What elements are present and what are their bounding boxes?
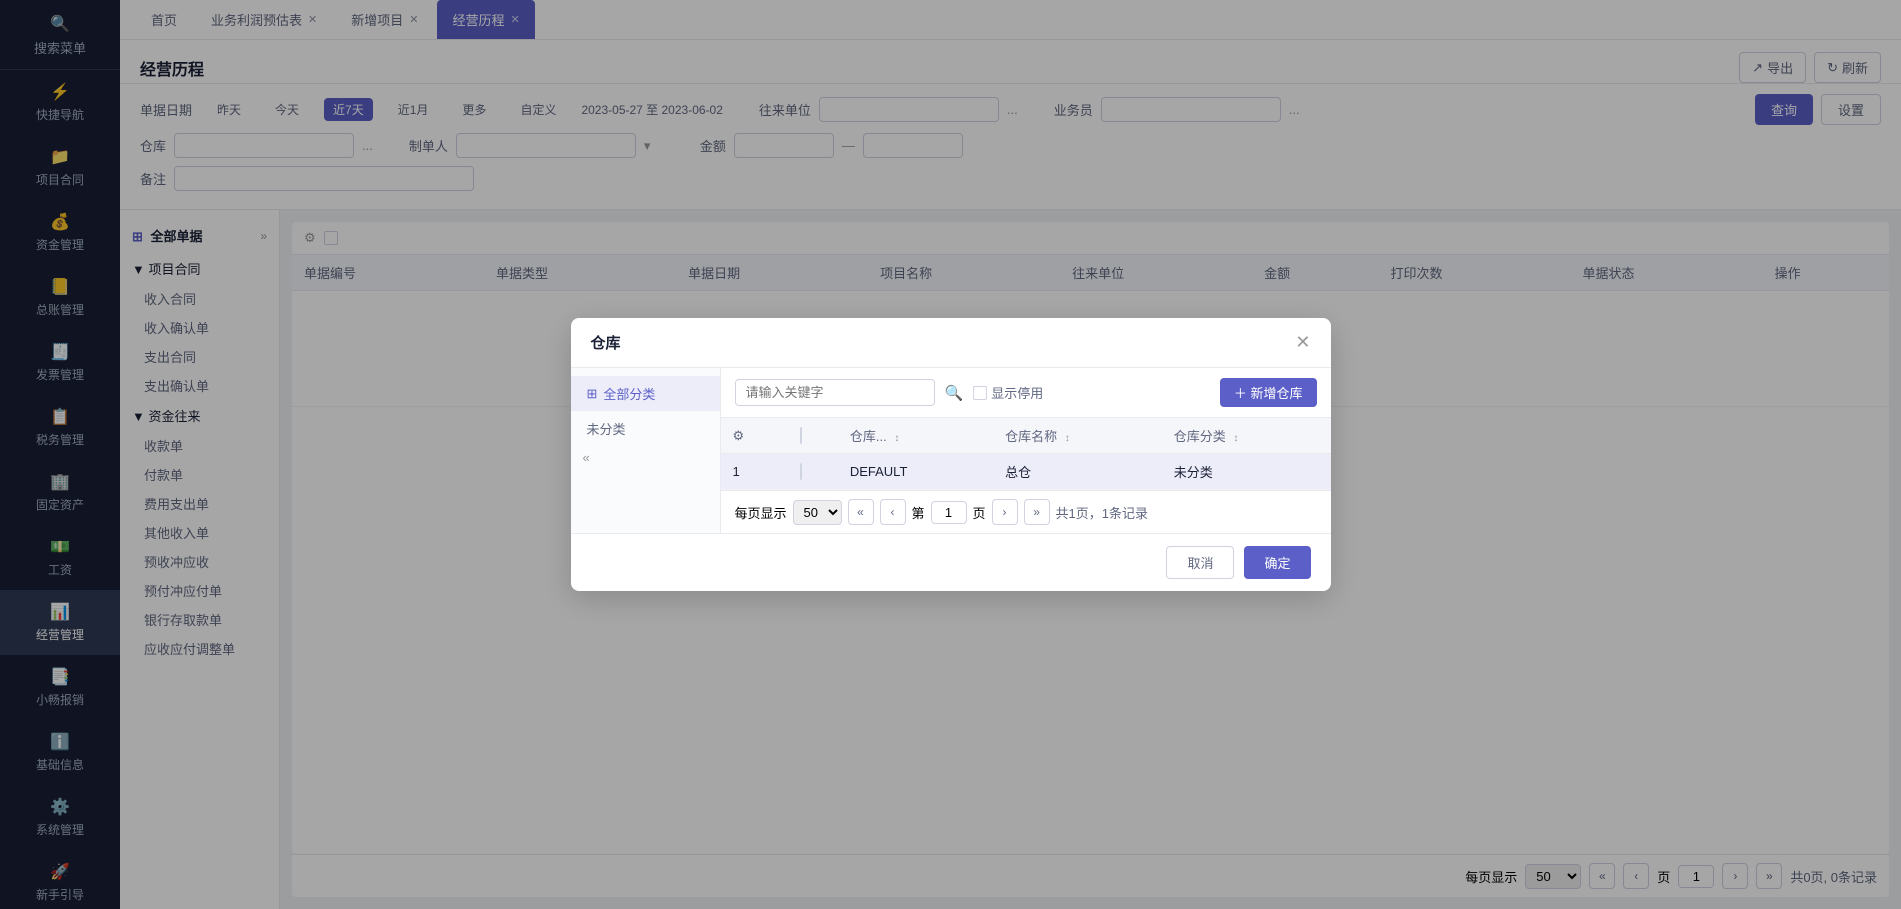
col-gear: ⚙ <box>721 418 789 454</box>
modal-warehouse-table: ⚙ 仓库... ↕ 仓库名称 <box>721 418 1331 490</box>
modal-category-panel: ⊞ 全部分类 未分类 « <box>571 368 721 533</box>
sort-icon: ↕ <box>1065 433 1070 444</box>
table-row[interactable]: 1 DEFAULT 总仓 未分类 <box>721 454 1331 490</box>
row-category: 未分类 <box>1162 454 1331 490</box>
col-warehouse-code[interactable]: 仓库... ↕ <box>838 418 993 454</box>
modal-prev-page[interactable]: ‹ <box>880 499 906 525</box>
gear-icon[interactable]: ⚙ <box>733 428 745 443</box>
modal-table-wrap: ⚙ 仓库... ↕ 仓库名称 <box>721 418 1331 490</box>
modal-title: 仓库 <box>591 332 621 353</box>
confirm-button[interactable]: 确定 <box>1244 546 1310 579</box>
modal-first-page[interactable]: « <box>848 499 874 525</box>
col-checkbox <box>788 418 837 454</box>
disabled-checkbox[interactable] <box>973 386 987 400</box>
modal-close-button[interactable]: ✕ <box>1295 332 1310 353</box>
row-checkbox[interactable] <box>788 454 837 490</box>
warehouse-modal: 仓库 ✕ ⊞ 全部分类 未分类 « <box>571 318 1331 591</box>
grid-icon: ⊞ <box>587 386 598 402</box>
cancel-button[interactable]: 取消 <box>1166 546 1234 579</box>
col-warehouse-category[interactable]: 仓库分类 ↕ <box>1162 418 1331 454</box>
sort-icon: ↕ <box>894 433 899 444</box>
modal-overlay: 仓库 ✕ ⊞ 全部分类 未分类 « <box>0 0 1901 909</box>
modal-page-label-pre: 第 <box>912 503 925 522</box>
modal-show-disabled[interactable]: 显示停用 <box>973 383 1043 402</box>
modal-next-page[interactable]: › <box>992 499 1018 525</box>
modal-actions: 取消 确定 <box>571 533 1331 591</box>
modal-content-panel: 🔍 显示停用 ＋ 新增仓库 ⚙ <box>721 368 1331 533</box>
modal-search-icon[interactable]: 🔍 <box>945 384 964 402</box>
modal-body: ⊞ 全部分类 未分类 « 🔍 显示停用 <box>571 368 1331 533</box>
sort-icon: ↕ <box>1233 433 1238 444</box>
modal-header: 仓库 ✕ <box>571 318 1331 368</box>
row-index: 1 <box>721 454 789 490</box>
modal-total-info: 共1页，1条记录 <box>1056 503 1148 522</box>
modal-cat-collapse[interactable]: « <box>571 446 720 469</box>
modal-search-input[interactable] <box>735 379 935 406</box>
modal-page-size-select[interactable]: 50 <box>793 500 842 525</box>
modal-pagination: 每页显示 50 « ‹ 第 页 › » 共1页，1条记录 <box>721 490 1331 533</box>
add-warehouse-button[interactable]: ＋ 新增仓库 <box>1220 378 1317 407</box>
modal-page-input[interactable] <box>931 501 967 524</box>
row-checkbox-input[interactable] <box>800 463 802 480</box>
modal-cat-uncategorized[interactable]: 未分类 <box>571 411 720 446</box>
modal-cat-all[interactable]: ⊞ 全部分类 <box>571 376 720 411</box>
modal-page-size-label: 每页显示 <box>735 503 787 522</box>
row-code: DEFAULT <box>838 454 993 490</box>
modal-page-label: 页 <box>973 503 986 522</box>
modal-last-page[interactable]: » <box>1024 499 1050 525</box>
row-name: 总仓 <box>993 454 1162 490</box>
col-warehouse-name[interactable]: 仓库名称 ↕ <box>993 418 1162 454</box>
modal-toolbar: 🔍 显示停用 ＋ 新增仓库 <box>721 368 1331 418</box>
select-all-checkbox[interactable] <box>800 427 802 444</box>
